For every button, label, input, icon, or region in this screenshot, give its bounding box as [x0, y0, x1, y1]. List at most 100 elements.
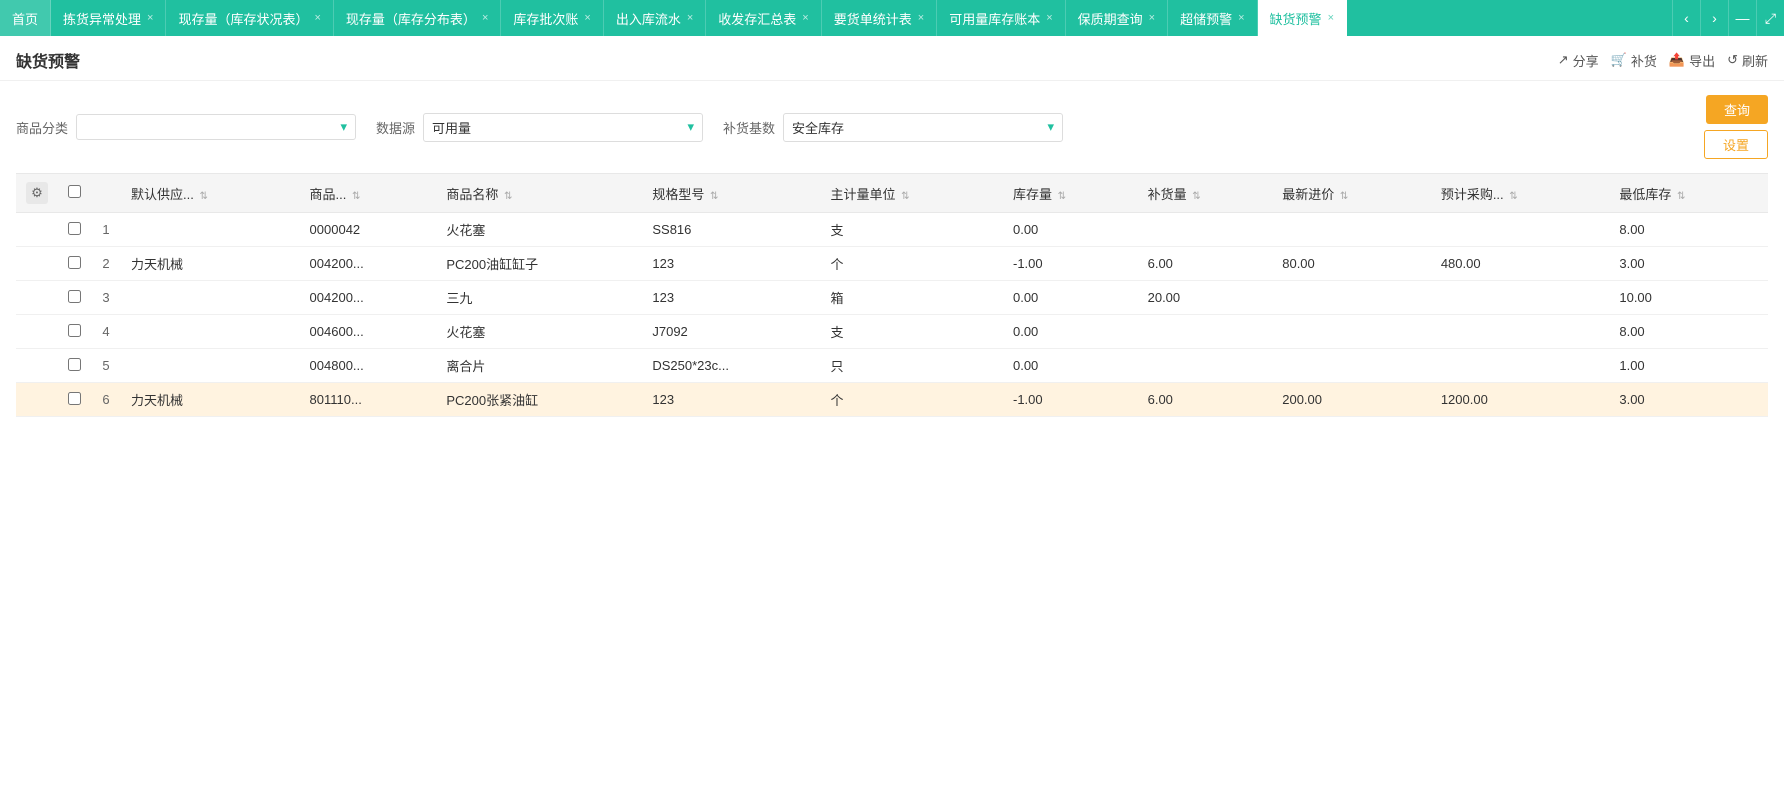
tab-shortage[interactable]: 缺货预警 × — [1258, 0, 1347, 36]
row-est-purchase — [1431, 349, 1610, 383]
row-checkbox-5[interactable] — [68, 392, 81, 405]
tab-minimize-button[interactable]: — — [1728, 0, 1756, 36]
category-select[interactable]: ▾ — [76, 114, 356, 140]
col-replenish-qty[interactable]: 补货量 ⇅ — [1138, 174, 1273, 213]
tab-available-close[interactable]: × — [1046, 12, 1052, 24]
row-code: 004600... — [300, 315, 437, 349]
supplier-sort-icon: ⇅ — [199, 191, 207, 202]
col-checkbox — [58, 174, 91, 213]
row-checkbox-cell[interactable] — [58, 281, 91, 315]
tab-next-button[interactable]: › — [1700, 0, 1728, 36]
query-button[interactable]: 查询 — [1706, 95, 1768, 124]
row-checkbox-cell[interactable] — [58, 213, 91, 247]
tab-batch-close[interactable]: × — [584, 12, 590, 24]
tab-overstock[interactable]: 超储预警 × — [1168, 0, 1257, 36]
row-checkbox-2[interactable] — [68, 290, 81, 303]
row-checkbox-cell[interactable] — [58, 349, 91, 383]
col-spec[interactable]: 规格型号 ⇅ — [642, 174, 820, 213]
replenish-select[interactable]: 安全库存 ▾ — [783, 113, 1063, 142]
col-stock[interactable]: 库存量 ⇅ — [1003, 174, 1138, 213]
tab-requisition-close[interactable]: × — [918, 12, 924, 24]
tab-inout[interactable]: 出入库流水 × — [604, 0, 706, 36]
col-supplier[interactable]: 默认供应... ⇅ — [121, 174, 300, 213]
row-unit: 个 — [820, 247, 1003, 281]
col-unit[interactable]: 主计量单位 ⇅ — [820, 174, 1003, 213]
tab-requisition[interactable]: 要货单统计表 × — [822, 0, 937, 36]
row-supplier — [121, 349, 300, 383]
row-checkbox-3[interactable] — [68, 324, 81, 337]
col-num — [91, 174, 121, 213]
datasource-label: 数据源 — [376, 118, 415, 137]
col-min-stock[interactable]: 最低库存 ⇅ — [1609, 174, 1768, 213]
replenish-button[interactable]: 🛒 补货 — [1611, 51, 1657, 70]
row-settings-cell — [16, 383, 58, 417]
tab-expiry[interactable]: 保质期查询 × — [1066, 0, 1168, 36]
table-header-row: ⚙ 默认供应... ⇅ 商品... ⇅ 商品名称 — [16, 174, 1768, 213]
row-unit: 支 — [820, 213, 1003, 247]
row-est-purchase — [1431, 315, 1610, 349]
row-latest-price — [1272, 281, 1431, 315]
row-checkbox-0[interactable] — [68, 222, 81, 235]
unit-sort-icon: ⇅ — [901, 191, 909, 202]
row-name: PC200张紧油缸 — [436, 383, 642, 417]
row-unit: 个 — [820, 383, 1003, 417]
row-replenish-qty — [1138, 213, 1273, 247]
row-min-stock: 8.00 — [1609, 213, 1768, 247]
row-number: 2 — [91, 247, 121, 281]
column-settings-icon[interactable]: ⚙ — [26, 182, 48, 204]
tab-inventory-status[interactable]: 现存量（库存状况表） × — [166, 0, 333, 36]
row-settings-cell — [16, 213, 58, 247]
tab-available[interactable]: 可用量库存账本 × — [937, 0, 1065, 36]
tab-expiry-close[interactable]: × — [1149, 12, 1155, 24]
col-latest-price[interactable]: 最新进价 ⇅ — [1272, 174, 1431, 213]
col-code[interactable]: 商品... ⇅ — [300, 174, 437, 213]
datasource-select[interactable]: 可用量 ▾ — [423, 113, 703, 142]
row-latest-price — [1272, 349, 1431, 383]
row-checkbox-1[interactable] — [68, 256, 81, 269]
page-content: 缺货预警 ↗ 分享 🛒 补货 📤 导出 ↺ 刷新 商品分类 — [0, 36, 1784, 796]
tab-inout-close[interactable]: × — [687, 12, 693, 24]
table-row: 4 004600... 火花塞 J7092 支 0.00 8.00 — [16, 315, 1768, 349]
col-name[interactable]: 商品名称 ⇅ — [436, 174, 642, 213]
share-button[interactable]: ↗ 分享 — [1558, 51, 1599, 70]
export-button[interactable]: 📤 导出 — [1669, 51, 1715, 70]
name-sort-icon: ⇅ — [504, 191, 512, 202]
tab-inventory-dist-close[interactable]: × — [482, 12, 488, 24]
table-body: 1 0000042 火花塞 SS816 支 0.00 8.00 2 力天机械 0… — [16, 213, 1768, 417]
tab-inventory-dist[interactable]: 现存量（库存分布表） × — [334, 0, 501, 36]
row-number: 1 — [91, 213, 121, 247]
row-stock: 0.00 — [1003, 315, 1138, 349]
setting-button[interactable]: 设置 — [1704, 130, 1768, 159]
row-latest-price — [1272, 315, 1431, 349]
row-stock: 0.00 — [1003, 281, 1138, 315]
row-unit: 只 — [820, 349, 1003, 383]
refresh-button[interactable]: ↺ 刷新 — [1727, 51, 1768, 70]
category-chevron-icon: ▾ — [340, 119, 347, 135]
tab-abnormal-close[interactable]: × — [147, 12, 153, 24]
tab-prev-button[interactable]: ‹ — [1672, 0, 1700, 36]
tab-shortage-close[interactable]: × — [1328, 12, 1334, 24]
row-code: 801110... — [300, 383, 437, 417]
row-checkbox-cell[interactable] — [58, 247, 91, 281]
row-unit: 支 — [820, 315, 1003, 349]
tab-maximize-button[interactable]: ⤢ — [1756, 0, 1784, 36]
tab-batch[interactable]: 库存批次账 × — [501, 0, 603, 36]
row-checkbox-cell[interactable] — [58, 383, 91, 417]
tab-receive[interactable]: 收发存汇总表 × — [706, 0, 821, 36]
row-checkbox-4[interactable] — [68, 358, 81, 371]
tab-receive-close[interactable]: × — [802, 12, 808, 24]
tab-overstock-close[interactable]: × — [1238, 12, 1244, 24]
tab-home[interactable]: 首页 — [0, 0, 51, 36]
replenish-qty-sort-icon: ⇅ — [1192, 191, 1200, 202]
row-replenish-qty — [1138, 315, 1273, 349]
tab-abnormal[interactable]: 拣货异常处理 × — [51, 0, 166, 36]
refresh-icon: ↺ — [1727, 52, 1738, 68]
table-container: ⚙ 默认供应... ⇅ 商品... ⇅ 商品名称 — [0, 173, 1784, 417]
tab-inventory-status-close[interactable]: × — [314, 12, 320, 24]
row-checkbox-cell[interactable] — [58, 315, 91, 349]
row-name: 离合片 — [436, 349, 642, 383]
select-all-checkbox[interactable] — [68, 185, 81, 198]
col-est-purchase[interactable]: 预计采购... ⇅ — [1431, 174, 1610, 213]
filter-area: 商品分类 ▾ 数据源 可用量 ▾ 补货基数 安全库存 ▾ 查询 设置 — [0, 81, 1784, 173]
spec-sort-icon: ⇅ — [710, 191, 718, 202]
